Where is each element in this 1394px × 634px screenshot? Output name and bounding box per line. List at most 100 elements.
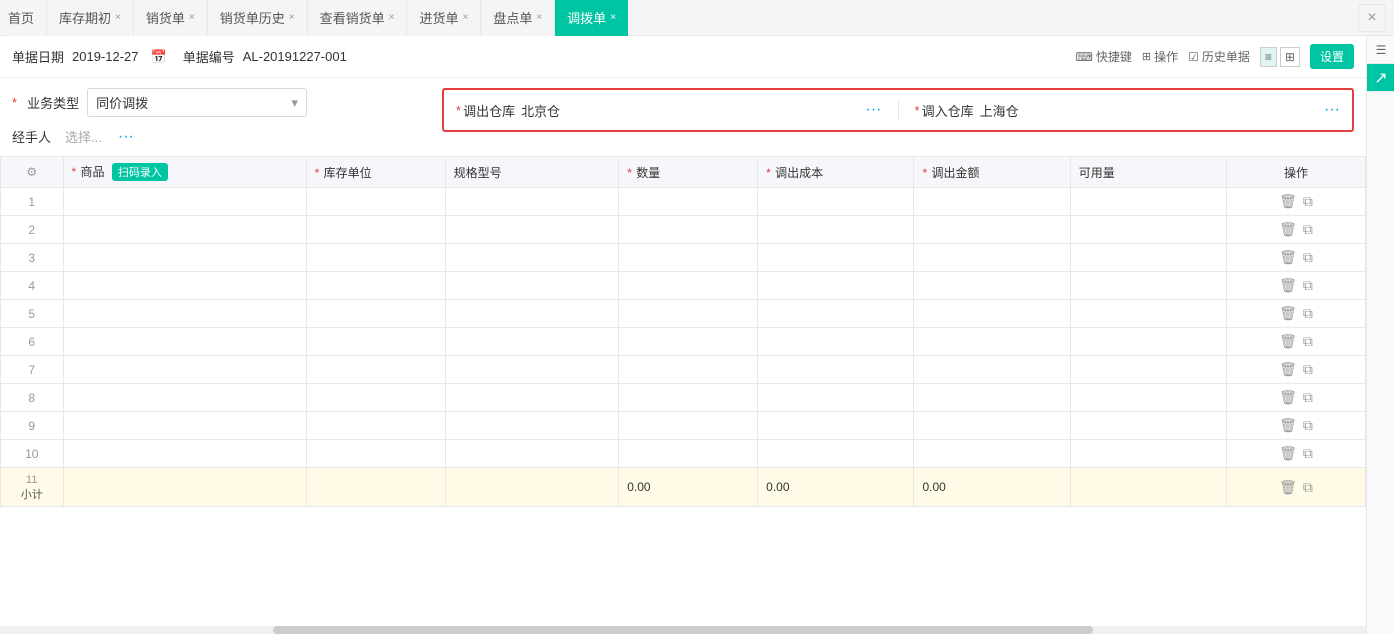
unit-cell[interactable] <box>306 440 445 468</box>
goods-cell[interactable] <box>63 244 306 272</box>
close-icon[interactable]: × <box>189 12 195 23</box>
amount-cell[interactable] <box>914 244 1070 272</box>
unit-cell[interactable] <box>306 272 445 300</box>
amount-cell[interactable] <box>914 384 1070 412</box>
delete-icon[interactable]: 🗑 <box>1279 389 1297 406</box>
calendar-icon[interactable]: 📅 <box>151 49 167 65</box>
delete-icon[interactable]: 🗑 <box>1279 445 1297 462</box>
delete-icon[interactable]: 🗑 <box>1279 277 1297 294</box>
close-icon[interactable]: × <box>115 12 121 23</box>
transfer-in-more-icon[interactable]: ··· <box>1324 101 1340 119</box>
qty-cell[interactable] <box>619 272 758 300</box>
qty-cell[interactable] <box>619 300 758 328</box>
unit-cell[interactable] <box>306 188 445 216</box>
qty-cell[interactable] <box>619 216 758 244</box>
delete-icon[interactable]: 🗑 <box>1279 333 1297 350</box>
cost-cell[interactable] <box>758 244 914 272</box>
tab-home[interactable]: 首页 <box>8 0 47 36</box>
horizontal-scrollbar[interactable] <box>0 626 1366 634</box>
cost-cell[interactable] <box>758 216 914 244</box>
delete-icon[interactable]: 🗑 <box>1279 417 1297 434</box>
close-icon[interactable]: × <box>536 12 542 23</box>
layout-toggle[interactable]: ≡ ⊞ <box>1260 47 1300 67</box>
tab-sales-history[interactable]: 销货单历史 × <box>208 0 308 36</box>
amount-cell[interactable] <box>914 188 1070 216</box>
gear-icon[interactable]: ⚙ <box>26 165 37 179</box>
history-button[interactable]: ☑ 历史单据 <box>1188 48 1250 65</box>
spec-cell[interactable] <box>445 328 619 356</box>
copy-icon[interactable]: ⧉ <box>1303 361 1313 378</box>
spec-cell[interactable] <box>445 440 619 468</box>
tab-sales-order[interactable]: 销货单 × <box>134 0 208 36</box>
spec-cell[interactable] <box>445 216 619 244</box>
tab-inventory-check[interactable]: 盘点单 × <box>481 0 555 36</box>
tab-inventory-init[interactable]: 库存期初 × <box>47 0 134 36</box>
col-header-settings[interactable]: ⚙ <box>1 157 64 188</box>
unit-cell[interactable] <box>306 384 445 412</box>
cost-cell[interactable] <box>758 356 914 384</box>
amount-cell[interactable] <box>914 216 1070 244</box>
copy-icon[interactable]: ⧉ <box>1303 277 1313 294</box>
spec-cell[interactable] <box>445 188 619 216</box>
sidebar-list-icon[interactable]: ☰ <box>1367 36 1394 64</box>
spec-cell[interactable] <box>445 244 619 272</box>
goods-cell[interactable] <box>63 188 306 216</box>
qty-cell[interactable] <box>619 384 758 412</box>
delete-icon[interactable]: 🗑 <box>1279 249 1297 266</box>
goods-cell[interactable] <box>63 440 306 468</box>
cost-cell[interactable] <box>758 300 914 328</box>
close-icon[interactable]: × <box>462 12 468 23</box>
spec-cell[interactable] <box>445 272 619 300</box>
cost-cell[interactable] <box>758 328 914 356</box>
person-more-icon[interactable]: ··· <box>118 128 134 146</box>
delete-icon[interactable]: 🗑 <box>1279 305 1297 322</box>
cost-cell[interactable] <box>758 440 914 468</box>
delete-icon[interactable]: 🗑 <box>1279 221 1297 238</box>
copy-icon[interactable]: ⧉ <box>1303 305 1313 322</box>
cost-cell[interactable] <box>758 272 914 300</box>
close-icon[interactable]: × <box>289 12 295 23</box>
person-select[interactable]: 选择... <box>65 127 102 146</box>
tab-purchase-order[interactable]: 进货单 × <box>407 0 481 36</box>
layout-list-icon[interactable]: ≡ <box>1260 47 1277 67</box>
unit-cell[interactable] <box>306 244 445 272</box>
amount-cell[interactable] <box>914 356 1070 384</box>
spec-cell[interactable] <box>445 384 619 412</box>
shortcut-button[interactable]: ⌨ 快捷键 <box>1076 48 1132 65</box>
copy-icon[interactable]: ⧉ <box>1303 221 1313 238</box>
copy-icon[interactable]: ⧉ <box>1303 333 1313 350</box>
copy-icon[interactable]: ⧉ <box>1303 193 1313 210</box>
window-close-button[interactable]: × <box>1358 4 1386 32</box>
goods-cell[interactable] <box>63 384 306 412</box>
amount-cell[interactable] <box>914 440 1070 468</box>
copy-icon[interactable]: ⧉ <box>1303 417 1313 434</box>
tab-transfer-order[interactable]: 调拨单 × <box>555 0 628 36</box>
unit-cell[interactable] <box>306 412 445 440</box>
delete-icon[interactable]: 🗑 <box>1279 361 1297 378</box>
goods-cell[interactable] <box>63 328 306 356</box>
copy-icon[interactable]: ⧉ <box>1303 389 1313 406</box>
scrollbar-thumb[interactable] <box>273 626 1093 634</box>
cost-cell[interactable] <box>758 384 914 412</box>
spec-cell[interactable] <box>445 356 619 384</box>
qty-cell[interactable] <box>619 356 758 384</box>
qty-cell[interactable] <box>619 328 758 356</box>
qty-cell[interactable] <box>619 412 758 440</box>
operation-button[interactable]: ⊞ 操作 <box>1142 48 1178 65</box>
copy-icon[interactable]: ⧉ <box>1303 479 1313 496</box>
qty-cell[interactable] <box>619 188 758 216</box>
qty-cell[interactable] <box>619 440 758 468</box>
qty-cell[interactable] <box>619 244 758 272</box>
goods-cell[interactable] <box>63 412 306 440</box>
business-type-select[interactable]: 同价调拨 ▾ <box>87 88 307 117</box>
cost-cell[interactable] <box>758 188 914 216</box>
unit-cell[interactable] <box>306 216 445 244</box>
goods-cell[interactable] <box>63 356 306 384</box>
cost-cell[interactable] <box>758 412 914 440</box>
delete-icon[interactable]: 🗑 <box>1279 193 1297 210</box>
copy-icon[interactable]: ⧉ <box>1303 445 1313 462</box>
close-icon[interactable]: × <box>389 12 395 23</box>
spec-cell[interactable] <box>445 412 619 440</box>
unit-cell[interactable] <box>306 328 445 356</box>
amount-cell[interactable] <box>914 412 1070 440</box>
